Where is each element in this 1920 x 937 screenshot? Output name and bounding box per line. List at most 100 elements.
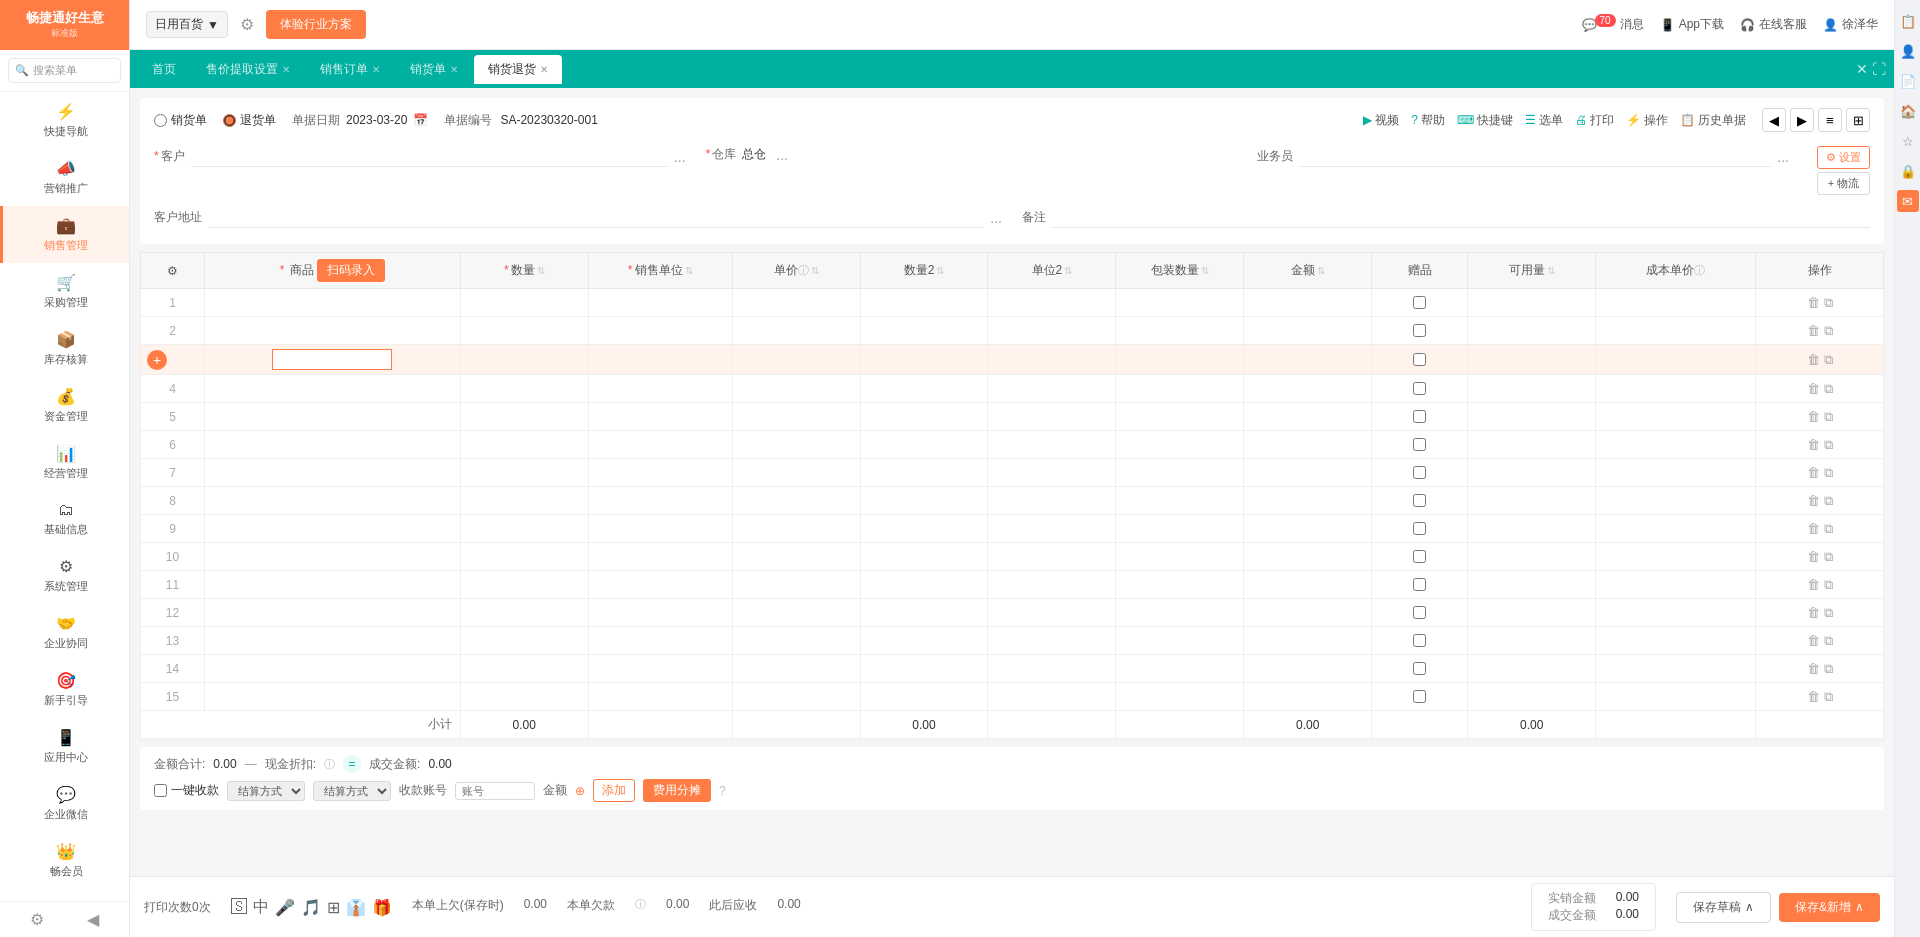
sidebar-item-member[interactable]: 👑 畅会员 xyxy=(0,832,129,889)
qty2-cell[interactable] xyxy=(860,375,988,403)
gift-cell[interactable] xyxy=(1372,317,1468,345)
unit-cell[interactable] xyxy=(588,571,732,599)
unit-cell[interactable] xyxy=(588,431,732,459)
tab-close-icon[interactable]: ✕ xyxy=(282,64,290,75)
copy-row-button[interactable]: ⧉ xyxy=(1824,689,1833,705)
available-sort[interactable]: ⇅ xyxy=(1547,265,1555,276)
qty2-cell[interactable] xyxy=(860,487,988,515)
amount-cell[interactable] xyxy=(1244,345,1372,375)
gift-checkbox[interactable] xyxy=(1413,494,1426,507)
gift-checkbox[interactable] xyxy=(1413,522,1426,535)
delete-row-button[interactable]: 🗑 xyxy=(1807,661,1820,677)
amount-cell[interactable] xyxy=(1244,627,1372,655)
gift-checkbox[interactable] xyxy=(1413,353,1426,366)
gift-checkbox[interactable] xyxy=(1413,410,1426,423)
sidebar-item-system[interactable]: ⚙ 系统管理 xyxy=(0,547,129,604)
qty-cell[interactable] xyxy=(460,515,588,543)
sidebar-item-newguide[interactable]: 🎯 新手引导 xyxy=(0,661,129,718)
unit-cell[interactable] xyxy=(588,627,732,655)
app-download-action[interactable]: 📱 App下载 xyxy=(1660,16,1724,33)
available-cell[interactable] xyxy=(1468,571,1596,599)
qty2-cell[interactable] xyxy=(860,571,988,599)
unit2-cell[interactable] xyxy=(988,375,1116,403)
header-gear-icon[interactable]: ⚙ xyxy=(240,15,254,34)
gift-cell[interactable] xyxy=(1372,375,1468,403)
delete-row-button[interactable]: 🗑 xyxy=(1807,352,1820,368)
calendar-icon[interactable]: 📅 xyxy=(413,113,428,127)
pkg-qty-cell[interactable] xyxy=(1116,487,1244,515)
unit2-cell[interactable] xyxy=(988,403,1116,431)
gift-checkbox[interactable] xyxy=(1413,578,1426,591)
qty2-cell[interactable] xyxy=(860,543,988,571)
available-cell[interactable] xyxy=(1468,403,1596,431)
gift-cell[interactable] xyxy=(1372,289,1468,317)
available-cell[interactable] xyxy=(1468,543,1596,571)
qty-cell[interactable] xyxy=(460,627,588,655)
sidebar-item-operations[interactable]: 📊 经营管理 xyxy=(0,434,129,491)
cost-price-cell[interactable] xyxy=(1596,627,1756,655)
unit-cell[interactable] xyxy=(588,543,732,571)
price-cell[interactable] xyxy=(732,655,860,683)
tab-sales-order[interactable]: 销售订单 ✕ xyxy=(306,55,394,84)
tab-close-icon[interactable]: ✕ xyxy=(540,64,548,75)
prev-button[interactable]: ◀ xyxy=(1762,108,1786,132)
amount-cell[interactable] xyxy=(1244,459,1372,487)
unit2-cell[interactable] xyxy=(988,571,1116,599)
pkg-qty-cell[interactable] xyxy=(1116,515,1244,543)
save-new-button[interactable]: 保存&新增 ∧ xyxy=(1779,893,1880,922)
price-cell[interactable] xyxy=(732,515,860,543)
cost-price-cell[interactable] xyxy=(1596,289,1756,317)
unit2-cell[interactable] xyxy=(988,487,1116,515)
sidebar-item-wechat[interactable]: 💬 企业微信 xyxy=(0,775,129,832)
available-cell[interactable] xyxy=(1468,431,1596,459)
operate-action[interactable]: ⚡ 操作 xyxy=(1626,112,1668,129)
qty-cell[interactable] xyxy=(460,289,588,317)
gift-checkbox[interactable] xyxy=(1413,466,1426,479)
price-cell[interactable] xyxy=(732,403,860,431)
product-cell[interactable] xyxy=(204,627,460,655)
copy-row-button[interactable]: ⧉ xyxy=(1824,352,1833,368)
qty-sort[interactable]: ⇅ xyxy=(537,265,545,276)
video-action[interactable]: ▶ 视频 xyxy=(1363,112,1399,129)
available-cell[interactable] xyxy=(1468,655,1596,683)
copy-row-button[interactable]: ⧉ xyxy=(1824,661,1833,677)
sidebar-item-purchase[interactable]: 🛒 采购管理 xyxy=(0,263,129,320)
price-cell[interactable] xyxy=(732,627,860,655)
gift-checkbox[interactable] xyxy=(1413,606,1426,619)
radio-delivery[interactable]: 销货单 xyxy=(154,112,207,129)
qty-cell[interactable] xyxy=(460,599,588,627)
unit2-cell[interactable] xyxy=(988,655,1116,683)
user-action[interactable]: 👤 徐泽华 xyxy=(1823,16,1878,33)
unit-cell[interactable] xyxy=(588,317,732,345)
pkg-qty-cell[interactable] xyxy=(1116,345,1244,375)
delete-row-button[interactable]: 🗑 xyxy=(1807,689,1820,705)
industry-selector[interactable]: 日用百货 ▼ xyxy=(146,11,228,38)
right-btn-6[interactable]: 🔒 xyxy=(1897,160,1919,182)
available-cell[interactable] xyxy=(1468,375,1596,403)
pkg-qty-cell[interactable] xyxy=(1116,571,1244,599)
radio-return-input[interactable] xyxy=(223,114,236,127)
product-cell[interactable] xyxy=(204,683,460,711)
amount-cell[interactable] xyxy=(1244,683,1372,711)
gift-cell[interactable] xyxy=(1372,599,1468,627)
pkg-qty-cell[interactable] xyxy=(1116,375,1244,403)
amount-cell[interactable] xyxy=(1244,487,1372,515)
qty2-cell[interactable] xyxy=(860,345,988,375)
amount-cell[interactable] xyxy=(1244,289,1372,317)
cost-price-cell[interactable] xyxy=(1596,459,1756,487)
list-view-button[interactable]: ≡ xyxy=(1818,108,1842,132)
qty2-cell[interactable] xyxy=(860,683,988,711)
sidebar-item-finance[interactable]: 💰 资金管理 xyxy=(0,377,129,434)
sidebar-item-basic[interactable]: 🗂 基础信息 xyxy=(0,491,129,547)
copy-row-button[interactable]: ⧉ xyxy=(1824,633,1833,649)
copy-row-button[interactable]: ⧉ xyxy=(1824,295,1833,311)
gift-checkbox[interactable] xyxy=(1413,438,1426,451)
agent-input[interactable] xyxy=(1299,146,1771,167)
radio-delivery-input[interactable] xyxy=(154,114,167,127)
product-input[interactable] xyxy=(272,349,392,370)
amount-cell[interactable] xyxy=(1244,317,1372,345)
gift-cell[interactable] xyxy=(1372,345,1468,375)
sidebar-item-inventory[interactable]: 📦 库存核算 xyxy=(0,320,129,377)
available-cell[interactable] xyxy=(1468,487,1596,515)
qty2-cell[interactable] xyxy=(860,627,988,655)
